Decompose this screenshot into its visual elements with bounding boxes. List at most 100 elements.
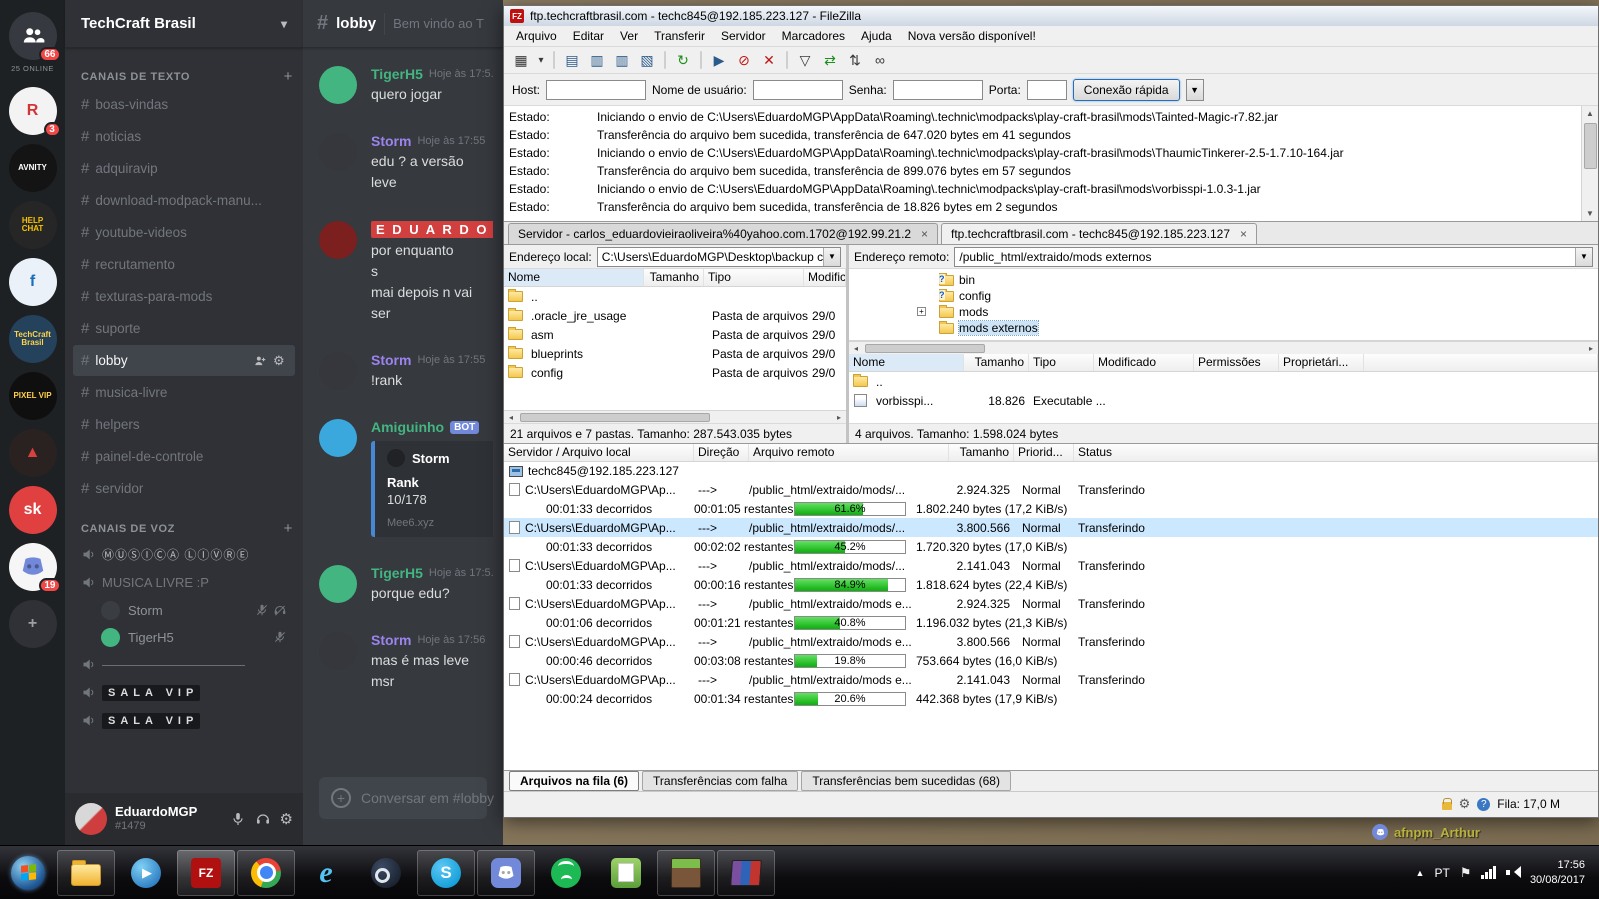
create-voice-channel-icon[interactable]: + <box>284 520 293 537</box>
server-icon-pixel-vip[interactable]: PIXEL VIP <box>8 372 57 420</box>
column-header[interactable]: Nome <box>504 269 644 286</box>
toolbar-separator-2[interactable] <box>664 51 666 69</box>
taskbar-notepad-icon[interactable] <box>597 850 655 896</box>
find-files-button[interactable]: ∞ <box>868 49 892 71</box>
voice-user-tigerh5[interactable]: TigerH5 <box>93 624 295 650</box>
cancel-operation-button[interactable]: ⊘ <box>732 49 756 71</box>
filezilla-titlebar[interactable]: FZ ftp.techcraftbrasil.com - techc845@19… <box>504 6 1598 26</box>
voice-channel-divider[interactable]: ——————————— <box>73 651 295 678</box>
tab-close-icon[interactable]: × <box>1240 227 1247 241</box>
voice-channel-sala-vip-1[interactable]: SALA VIP <box>73 679 295 706</box>
message-input[interactable] <box>361 790 503 806</box>
avatar[interactable] <box>75 803 107 835</box>
server-icon-discord[interactable]: 19 <box>8 543 61 593</box>
tab-close-icon[interactable]: × <box>921 227 928 241</box>
tab-queued-files[interactable]: Arquivos na fila (6) <box>509 771 640 791</box>
remote-path-combo[interactable]: /public_html/extraido/mods externos ▼ <box>954 246 1593 267</box>
taskbar-discord-icon[interactable] <box>477 849 535 896</box>
queue-transfer-row[interactable]: C:\Users\EduardoMGP\Ap... ---> /public_h… <box>504 594 1598 632</box>
network-icon[interactable] <box>1481 866 1496 879</box>
message-author[interactable]: Storm <box>371 133 411 149</box>
avatar[interactable] <box>319 632 357 670</box>
volume-icon[interactable] <box>1505 866 1521 879</box>
upload-plus-icon[interactable]: + <box>331 788 351 808</box>
channel-musica-livre[interactable]: # musica-livre ⚙ <box>73 377 295 408</box>
tab-failed-transfers[interactable]: Transferências com falha <box>642 771 799 791</box>
host-input[interactable] <box>546 79 647 100</box>
server-icon-avnity[interactable]: AVNITY <box>8 144 57 192</box>
queue-transfer-row[interactable]: C:\Users\EduardoMGP\Ap... ---> /public_h… <box>504 556 1598 594</box>
channel-texturas-para-mods[interactable]: # texturas-para-mods ⚙ <box>73 281 295 312</box>
chat-input[interactable]: + <box>319 777 503 819</box>
combo-dropdown-icon[interactable]: ▼ <box>1575 247 1592 266</box>
local-file-row[interactable]: blueprints Pasta de arquivos 29/0 <box>504 344 846 363</box>
column-header[interactable]: Tipo <box>1029 354 1094 371</box>
category-text-channels[interactable]: CANAIS DE TEXTO + <box>81 68 293 85</box>
log-scrollbar[interactable]: ▲ ▼ <box>1581 106 1598 221</box>
local-file-row[interactable]: .. <box>504 287 846 306</box>
column-header[interactable]: Tamanho <box>644 269 704 286</box>
taskbar-spotify-icon[interactable] <box>537 850 595 896</box>
message-author[interactable]: Storm <box>371 632 411 648</box>
server-icon-help-chat[interactable]: HELP CHAT <box>8 201 57 249</box>
remote-tree-hscrollbar[interactable]: ◂ ▸ <box>849 341 1598 354</box>
column-header[interactable]: Tamanho <box>964 354 1029 371</box>
queue-transfer-row[interactable]: C:\Users\EduardoMGP\Ap... ---> /public_h… <box>504 670 1598 708</box>
column-header[interactable]: Servidor / Arquivo local <box>504 444 694 461</box>
filter-button[interactable]: ▽ <box>793 49 817 71</box>
column-header[interactable]: Modificado <box>804 269 846 286</box>
queue-server-row[interactable]: techc845@192.185.223.127 <box>504 462 1598 480</box>
channel-suporte[interactable]: # suporte ⚙ <box>73 313 295 344</box>
local-file-row[interactable]: asm Pasta de arquivos 29/0 <box>504 325 846 344</box>
port-input[interactable] <box>1026 79 1067 100</box>
column-header[interactable]: Proprietári... <box>1279 354 1364 371</box>
column-header[interactable]: Status <box>1074 444 1598 461</box>
tray-expand-icon[interactable]: ▲ <box>1416 868 1425 878</box>
mic-icon[interactable] <box>230 811 246 827</box>
message-author[interactable]: Storm <box>371 352 411 368</box>
password-input[interactable] <box>892 79 983 100</box>
local-path-combo[interactable]: C:\Users\EduardoMGP\Desktop\backup cor ▼ <box>596 246 841 267</box>
voice-channel-sala-vip-2[interactable]: SALA VIP <box>73 707 295 734</box>
username-input[interactable] <box>752 79 843 100</box>
remote-file-row[interactable]: vorbisspi... 18.826 Executable ... <box>849 391 1598 410</box>
column-header[interactable]: Priorid... <box>1014 444 1074 461</box>
channel-helpers[interactable]: # helpers ⚙ <box>73 409 295 440</box>
server-tab-2[interactable]: ftp.techcraftbrasil.com - techc845@192.1… <box>941 223 1258 244</box>
refresh-button[interactable]: ↻ <box>671 49 695 71</box>
toggle-log-button[interactable]: ▤ <box>560 49 584 71</box>
taskbar-ie-icon[interactable]: e <box>297 850 355 896</box>
column-header[interactable]: Direção <box>694 444 749 461</box>
server-icon-techcraft-brasil[interactable]: TechCraft Brasil <box>8 315 57 363</box>
channel-painel-de-controle[interactable]: # painel-de-controle ⚙ <box>73 441 295 472</box>
message-author[interactable]: Amiguinho <box>371 419 444 435</box>
menu-item[interactable]: Servidor <box>713 27 774 45</box>
toolbar-separator-4[interactable] <box>786 51 788 69</box>
taskbar-steam-icon[interactable] <box>357 850 415 896</box>
server-icon-triangle[interactable]: ▲ <box>8 429 57 477</box>
category-voice-channels[interactable]: CANAIS DE VOZ + <box>81 520 293 537</box>
user-settings-gear-icon[interactable]: ⚙ <box>280 810 293 828</box>
remote-tree-config[interactable]: + ? config <box>849 288 1598 304</box>
avatar[interactable] <box>319 352 357 390</box>
tab-successful-transfers[interactable]: Transferências bem sucedidas (68) <box>801 771 1011 791</box>
queue-transfer-row[interactable]: C:\Users\EduardoMGP\Ap... ---> /public_h… <box>504 518 1598 556</box>
message-author[interactable]: TigerH5 <box>371 565 423 581</box>
menu-item[interactable]: Ver <box>612 27 646 45</box>
combo-dropdown-icon[interactable]: ▼ <box>823 247 840 266</box>
channel-noticias[interactable]: # noticias ⚙ <box>73 121 295 152</box>
channel-adquiravip[interactable]: # adquiravip ⚙ <box>73 153 295 184</box>
help-status-icon[interactable]: ? <box>1477 797 1491 811</box>
server-icon-r[interactable]: R 3 <box>8 87 61 137</box>
channel-youtube-videos[interactable]: # youtube-videos ⚙ <box>73 217 295 248</box>
server-tab-1[interactable]: Servidor - carlos_eduardovieiraoliveira%… <box>508 223 938 244</box>
toolbar-separator-1[interactable] <box>553 51 555 69</box>
taskbar-explorer-icon[interactable] <box>57 849 115 896</box>
toggle-remote-tree-button[interactable]: ▥ <box>610 49 634 71</box>
taskbar-skype-icon[interactable]: S <box>417 849 475 896</box>
discord-home-button[interactable]: 66 25 ONLINE <box>8 12 61 73</box>
server-icon-sk[interactable]: sk <box>8 486 57 534</box>
channel-boas-vindas[interactable]: # boas-vindas ⚙ <box>73 89 295 120</box>
toggle-queue-button[interactable]: ▧ <box>635 49 659 71</box>
guild-header[interactable]: TechCraft Brasil ▾ <box>65 0 303 48</box>
